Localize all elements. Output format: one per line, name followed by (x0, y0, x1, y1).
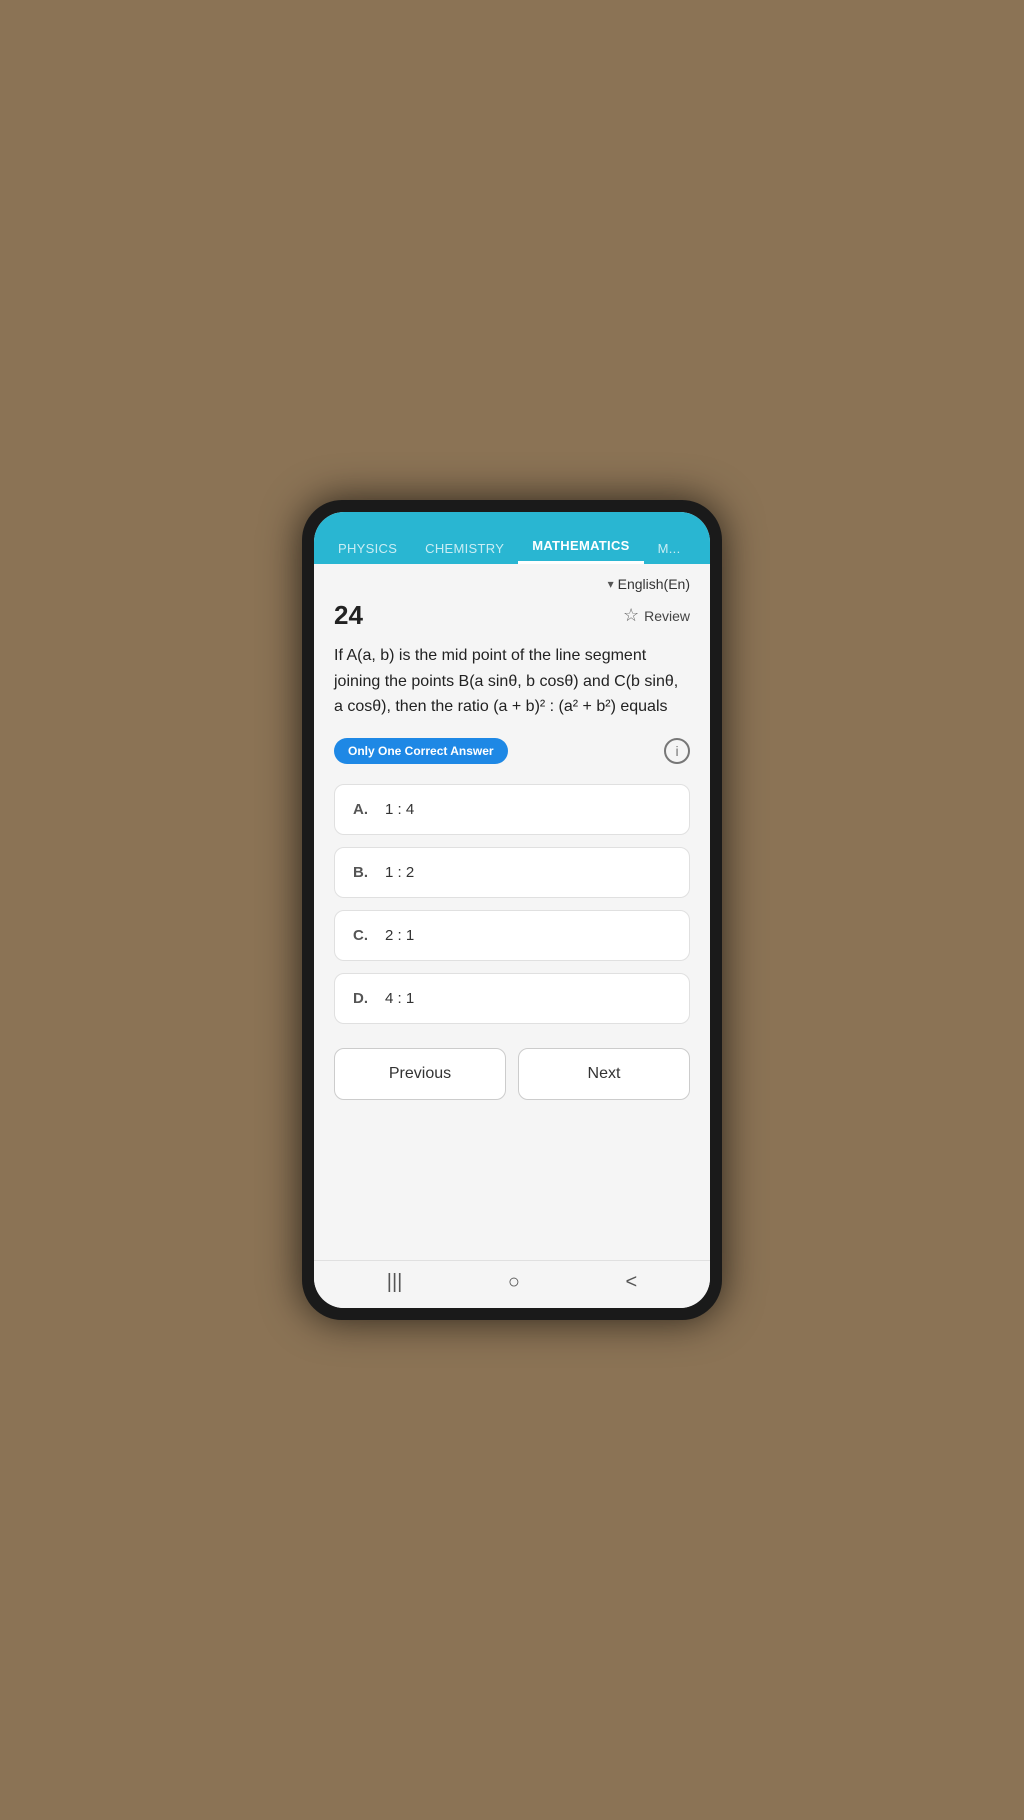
badge-row: Only One Correct Answer i (334, 738, 690, 764)
option-d-label: D. (353, 990, 373, 1007)
option-a-label: A. (353, 801, 373, 818)
back-icon[interactable]: < (626, 1271, 638, 1294)
option-b-label: B. (353, 864, 373, 881)
home-icon[interactable]: ○ (508, 1271, 520, 1294)
menu-icon[interactable]: ||| (387, 1271, 403, 1294)
option-a-text: 1 : 4 (385, 801, 414, 818)
tab-physics[interactable]: PHYSICS (324, 531, 411, 564)
language-selector[interactable]: ▾ English(En) (608, 576, 690, 592)
language-row: ▾ English(En) (334, 564, 690, 600)
option-b-text: 1 : 2 (385, 864, 414, 881)
option-d[interactable]: D. 4 : 1 (334, 973, 690, 1024)
question-number: 24 (334, 600, 363, 631)
option-a[interactable]: A. 1 : 4 (334, 784, 690, 835)
options-list: A. 1 : 4 B. 1 : 2 C. 2 : 1 D. 4 : 1 (334, 784, 690, 1024)
phone-screen: PHYSICS CHEMISTRY MATHEMATICS M... ▾ Eng… (314, 512, 710, 1308)
option-b[interactable]: B. 1 : 2 (334, 847, 690, 898)
bottom-nav-bar: ||| ○ < (314, 1260, 710, 1308)
option-c[interactable]: C. 2 : 1 (334, 910, 690, 961)
previous-button[interactable]: Previous (334, 1048, 506, 1100)
phone-frame: PHYSICS CHEMISTRY MATHEMATICS M... ▾ Eng… (302, 500, 722, 1320)
question-header: 24 ☆ Review (334, 600, 690, 631)
next-button[interactable]: Next (518, 1048, 690, 1100)
review-button[interactable]: ☆ Review (623, 605, 690, 626)
star-icon: ☆ (623, 605, 639, 626)
review-label: Review (644, 608, 690, 624)
tab-more[interactable]: M... (644, 531, 695, 564)
question-text: If A(a, b) is the mid point of the line … (334, 643, 690, 720)
option-d-text: 4 : 1 (385, 990, 414, 1007)
answer-type-badge: Only One Correct Answer (334, 738, 508, 764)
option-c-label: C. (353, 927, 373, 944)
navigation-buttons: Previous Next (334, 1048, 690, 1100)
language-label: English(En) (618, 576, 690, 592)
tab-chemistry[interactable]: CHEMISTRY (411, 531, 518, 564)
content-area: ▾ English(En) 24 ☆ Review If A(a, b) is … (314, 564, 710, 1260)
tab-bar: PHYSICS CHEMISTRY MATHEMATICS M... (314, 512, 710, 564)
tab-mathematics[interactable]: MATHEMATICS (518, 528, 643, 564)
chevron-down-icon: ▾ (608, 577, 614, 591)
info-icon[interactable]: i (664, 738, 690, 764)
option-c-text: 2 : 1 (385, 927, 414, 944)
